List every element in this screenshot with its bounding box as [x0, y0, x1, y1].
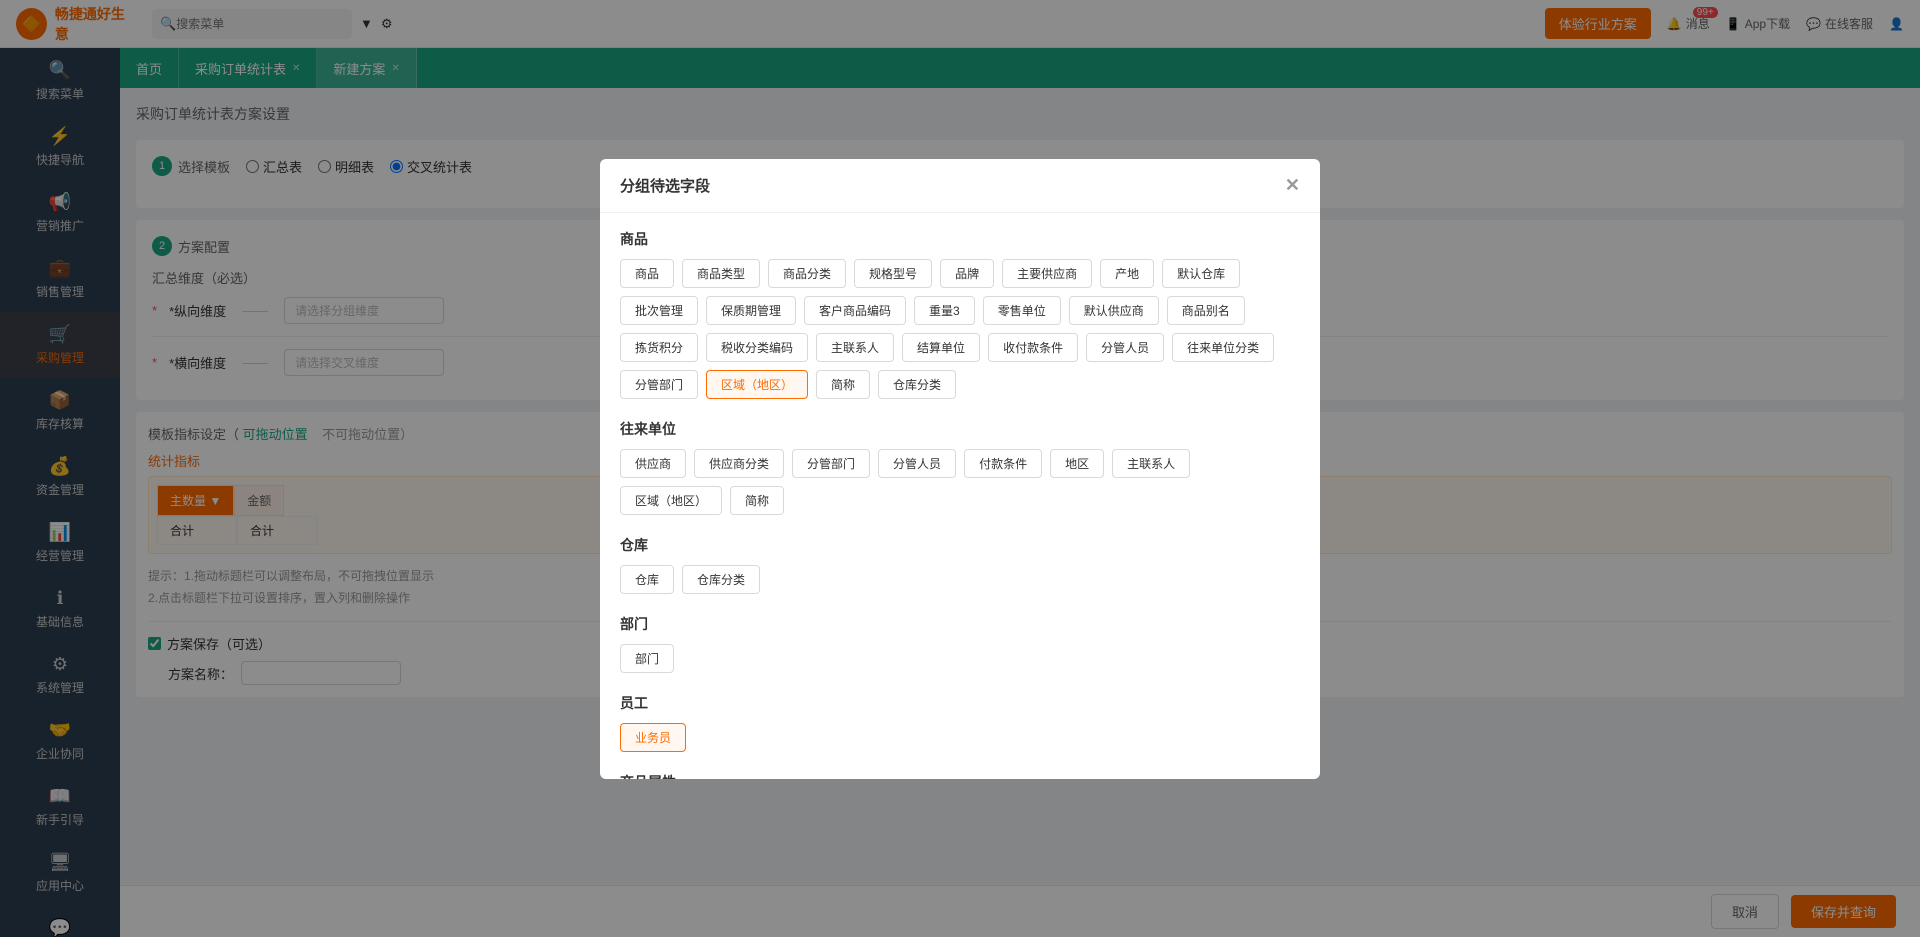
modal-body[interactable]: 商品 商品 商品类型 商品分类 规格型号 品牌 主要供应商 产地 默认仓库 批次… [600, 213, 1320, 779]
tag-shelf-life[interactable]: 保质期管理 [706, 296, 796, 325]
tag-goods[interactable]: 商品 [620, 259, 674, 288]
field-group-warehouse-title: 仓库 [620, 535, 1300, 555]
modal-title: 分组待选字段 [620, 175, 710, 196]
tag-main-supplier[interactable]: 主要供应商 [1002, 259, 1092, 288]
tag-short-name[interactable]: 简称 [816, 370, 870, 399]
tag-tax-code[interactable]: 税收分类编码 [706, 333, 808, 362]
modal-header: 分组待选字段 ✕ [600, 159, 1320, 213]
tag-default-warehouse[interactable]: 默认仓库 [1162, 259, 1240, 288]
modal-close-button[interactable]: ✕ [1285, 176, 1300, 194]
warehouse-tags: 仓库 仓库分类 [620, 565, 1300, 594]
tag-goods-type[interactable]: 商品类型 [682, 259, 760, 288]
dept-tags: 部门 [620, 644, 1300, 673]
tag-partner-dept[interactable]: 分管部门 [792, 449, 870, 478]
tag-region2[interactable]: 区域（地区） [620, 486, 722, 515]
field-group-employee-title: 员工 [620, 693, 1300, 713]
goods-tags: 商品 商品类型 商品分类 规格型号 品牌 主要供应商 产地 默认仓库 批次管理 … [620, 259, 1300, 399]
tag-origin[interactable]: 产地 [1100, 259, 1154, 288]
field-group-employee: 员工 业务员 [620, 693, 1300, 752]
tag-supplier[interactable]: 供应商 [620, 449, 686, 478]
tag-default-supplier[interactable]: 默认供应商 [1069, 296, 1159, 325]
tag-manager[interactable]: 分管人员 [1086, 333, 1164, 362]
tag-weight[interactable]: 重量3 [914, 296, 975, 325]
tag-alias[interactable]: 商品别名 [1167, 296, 1245, 325]
field-group-dept-title: 部门 [620, 614, 1300, 634]
modal: 分组待选字段 ✕ 商品 商品 商品类型 商品分类 规格型号 品牌 主要供应商 产… [600, 159, 1320, 779]
tag-main-contact[interactable]: 主联系人 [816, 333, 894, 362]
tag-customer-code[interactable]: 客户商品编码 [804, 296, 906, 325]
tag-region[interactable]: 区域（地区） [706, 370, 808, 399]
field-group-partner: 往来单位 供应商 供应商分类 分管部门 分管人员 付款条件 地区 主联系人 区域… [620, 419, 1300, 515]
field-group-warehouse: 仓库 仓库 仓库分类 [620, 535, 1300, 594]
tag-warehouse-cat[interactable]: 仓库分类 [878, 370, 956, 399]
tag-warehouse-cat2[interactable]: 仓库分类 [682, 565, 760, 594]
field-group-dept: 部门 部门 [620, 614, 1300, 673]
tag-supplier-cat[interactable]: 供应商分类 [694, 449, 784, 478]
tag-pick-points[interactable]: 拣货积分 [620, 333, 698, 362]
tag-payment-terms[interactable]: 收付款条件 [988, 333, 1078, 362]
tag-retail-unit[interactable]: 零售单位 [983, 296, 1061, 325]
field-group-partner-title: 往来单位 [620, 419, 1300, 439]
field-group-attrs-title: 商品属性 [620, 772, 1300, 779]
field-group-attrs: 商品属性 属性 颜色 多规格 尺码 鞋码 1 [620, 772, 1300, 779]
tag-brand[interactable]: 品牌 [940, 259, 994, 288]
tag-warehouse[interactable]: 仓库 [620, 565, 674, 594]
modal-overlay: 分组待选字段 ✕ 商品 商品 商品类型 商品分类 规格型号 品牌 主要供应商 产… [0, 0, 1920, 937]
tag-goods-cat[interactable]: 商品分类 [768, 259, 846, 288]
tag-area[interactable]: 地区 [1050, 449, 1104, 478]
tag-spec[interactable]: 规格型号 [854, 259, 932, 288]
tag-short-name2[interactable]: 简称 [730, 486, 784, 515]
tag-partner-manager[interactable]: 分管人员 [878, 449, 956, 478]
tag-dept2[interactable]: 部门 [620, 644, 674, 673]
field-group-goods-title: 商品 [620, 229, 1300, 249]
partner-tags: 供应商 供应商分类 分管部门 分管人员 付款条件 地区 主联系人 区域（地区） … [620, 449, 1300, 515]
tag-salesperson[interactable]: 业务员 [620, 723, 686, 752]
tag-dept[interactable]: 分管部门 [620, 370, 698, 399]
employee-tags: 业务员 [620, 723, 1300, 752]
tag-partner-cat[interactable]: 往来单位分类 [1172, 333, 1274, 362]
field-group-goods: 商品 商品 商品类型 商品分类 规格型号 品牌 主要供应商 产地 默认仓库 批次… [620, 229, 1300, 399]
tag-settle-unit[interactable]: 结算单位 [902, 333, 980, 362]
tag-main-contact2[interactable]: 主联系人 [1112, 449, 1190, 478]
tag-payment-cond[interactable]: 付款条件 [964, 449, 1042, 478]
tag-batch[interactable]: 批次管理 [620, 296, 698, 325]
